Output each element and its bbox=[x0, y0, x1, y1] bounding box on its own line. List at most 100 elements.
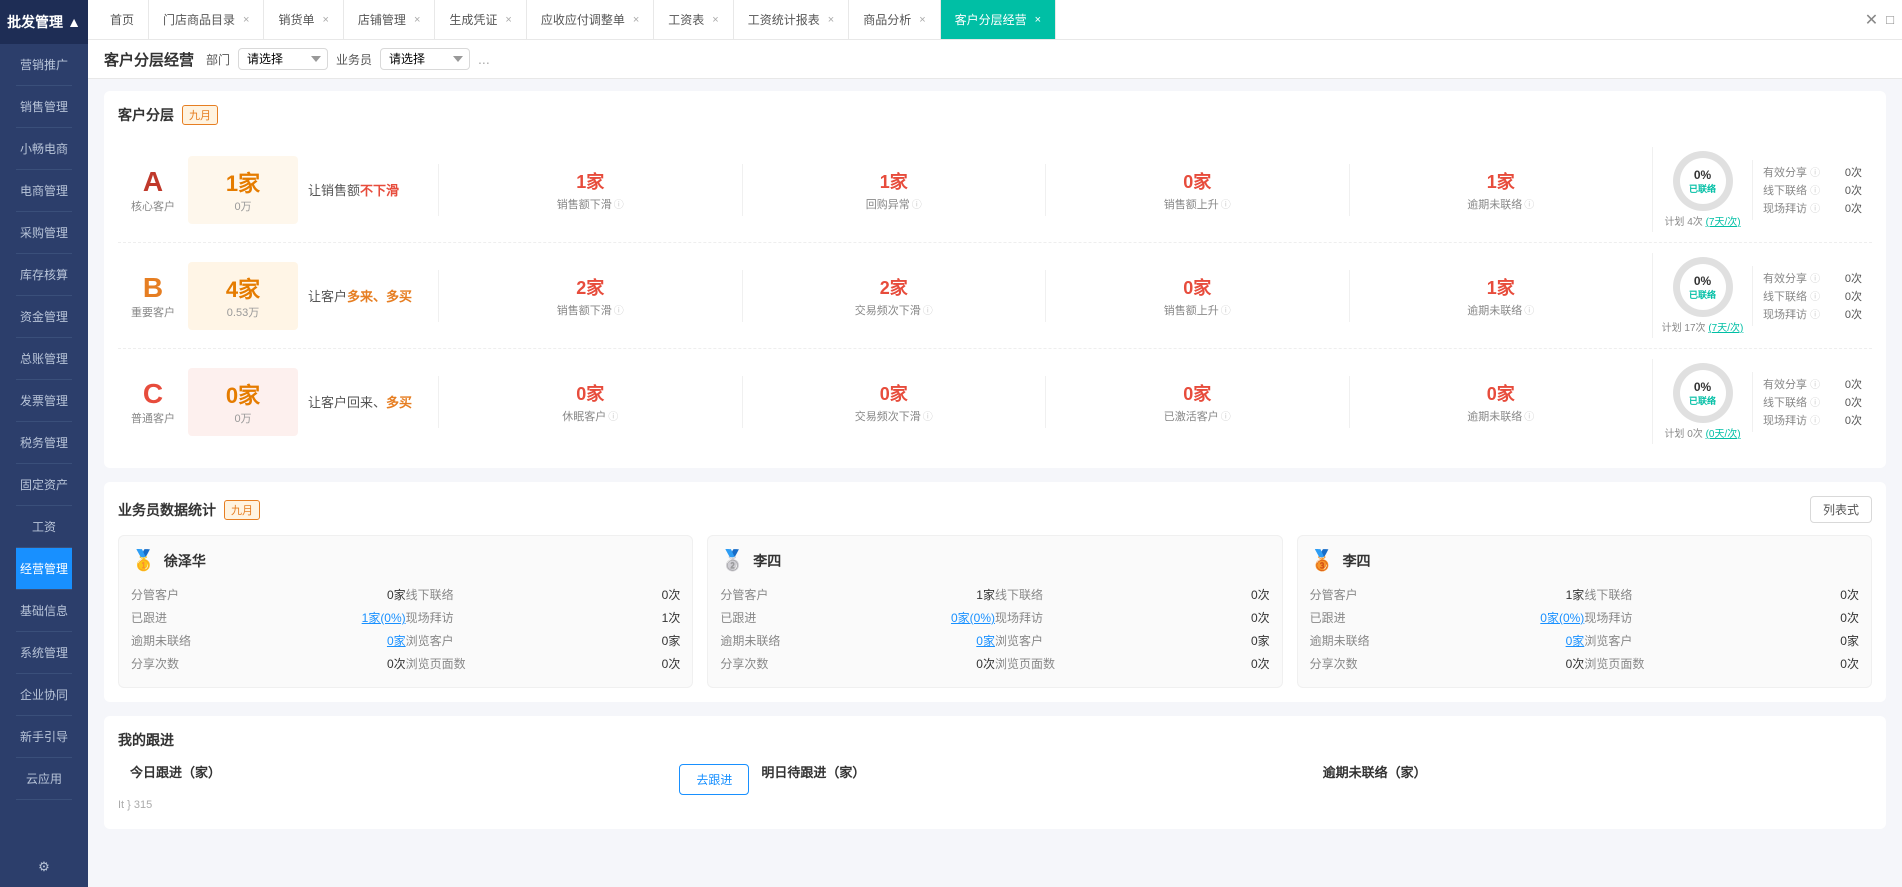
info-icon[interactable]: ⓘ bbox=[1221, 408, 1231, 423]
info-icon[interactable]: ⓘ bbox=[1810, 186, 1820, 197]
info-icon[interactable]: ⓘ bbox=[614, 196, 624, 211]
metric-val-c-0[interactable]: 0家 bbox=[576, 380, 604, 406]
metric-val-a-0[interactable]: 1家 bbox=[576, 168, 604, 194]
tab-close-customer[interactable]: × bbox=[1035, 14, 1041, 26]
info-icon[interactable]: ⓘ bbox=[614, 302, 624, 317]
staff-stat-val-2-2[interactable]: 0家(0%) bbox=[1540, 609, 1584, 626]
tab-close-sales[interactable]: × bbox=[322, 14, 328, 26]
sidebar-item-xinshou[interactable]: 新手引导 bbox=[16, 716, 72, 758]
sidebar-item-kucun[interactable]: 库存核算 bbox=[16, 254, 72, 296]
tab-close-analysis[interactable]: × bbox=[919, 14, 925, 26]
metric-val-b-1[interactable]: 2家 bbox=[880, 274, 908, 300]
metric-val-b-0[interactable]: 2家 bbox=[576, 274, 604, 300]
tab-home[interactable]: 首页 bbox=[96, 0, 149, 40]
sidebar-item-dianshang[interactable]: 电商管理 bbox=[16, 170, 72, 212]
more-dots[interactable]: ... bbox=[478, 51, 490, 67]
tab-close-merchandise[interactable]: × bbox=[243, 14, 249, 26]
tab-close-voucher[interactable]: × bbox=[505, 14, 511, 26]
metric-val-c-3[interactable]: 0家 bbox=[1487, 380, 1515, 406]
staff-stat-val-0-2[interactable]: 1家(0%) bbox=[362, 609, 406, 626]
go-followup-button[interactable]: 去跟进 bbox=[679, 764, 749, 795]
gear-icon[interactable]: ⚙ bbox=[0, 847, 88, 887]
info-icon[interactable]: ⓘ bbox=[1524, 196, 1534, 211]
staff-stat-0-5: 浏览客户 0家 bbox=[406, 629, 681, 652]
staff-section-header: 业务员数据统计 九月 列表式 bbox=[118, 496, 1872, 523]
sidebar-item-zijin[interactable]: 资金管理 bbox=[16, 296, 72, 338]
staff-stat-val-0-4[interactable]: 0家 bbox=[387, 632, 406, 649]
tab-voucher[interactable]: 生成凭证× bbox=[435, 0, 526, 40]
info-icon[interactable]: ⓘ bbox=[923, 302, 933, 317]
info-icon[interactable]: ⓘ bbox=[1810, 398, 1820, 409]
sidebar-item-gudingzichan[interactable]: 固定资产 bbox=[16, 464, 72, 506]
info-icon[interactable]: ⓘ bbox=[1524, 408, 1534, 423]
tab-label-salary: 工资表 bbox=[668, 11, 704, 28]
plan-link[interactable]: (7天/次) bbox=[1706, 217, 1741, 228]
sidebar-item-gongzi[interactable]: 工资 bbox=[16, 506, 72, 548]
tab-close-store[interactable]: × bbox=[414, 14, 420, 26]
followup-tomorrow-col: 明日待跟进（家） bbox=[749, 762, 1310, 789]
tab-store[interactable]: 店铺管理× bbox=[344, 0, 435, 40]
sidebar-item-xiaoshou[interactable]: 销售管理 bbox=[16, 86, 72, 128]
tab-close-salaryreport[interactable]: × bbox=[828, 14, 834, 26]
right-stat-c-0: 有效分享 ⓘ 0次 bbox=[1763, 376, 1862, 392]
tab-salaryreport[interactable]: 工资统计报表× bbox=[734, 0, 849, 40]
staff-stat-label-1-7: 浏览页面数 bbox=[995, 655, 1055, 672]
sidebar-item-fapiao[interactable]: 发票管理 bbox=[16, 380, 72, 422]
staff-stat-1-4: 逾期未联络 0家 bbox=[720, 629, 995, 652]
tier-count-a[interactable]: 1家 bbox=[226, 166, 260, 198]
info-icon[interactable]: ⓘ bbox=[608, 408, 618, 423]
sidebar-item-xiaodian[interactable]: 小畅电商 bbox=[16, 128, 72, 170]
tier-count-b[interactable]: 4家 bbox=[226, 272, 260, 304]
info-icon[interactable]: ⓘ bbox=[1810, 204, 1820, 215]
sidebar-item-xitong[interactable]: 系统管理 bbox=[16, 632, 72, 674]
info-icon[interactable]: ⓘ bbox=[1810, 292, 1820, 303]
info-icon[interactable]: ⓘ bbox=[1810, 168, 1820, 179]
info-icon[interactable]: ⓘ bbox=[1221, 196, 1231, 211]
info-icon[interactable]: ⓘ bbox=[1810, 310, 1820, 321]
sidebar-item-qiye[interactable]: 企业协同 bbox=[16, 674, 72, 716]
plan-link[interactable]: (7天/次) bbox=[1708, 323, 1743, 334]
dept-select[interactable]: 请选择 bbox=[238, 48, 328, 70]
sidebar-item-yingxiao[interactable]: 营销推广 bbox=[16, 44, 72, 86]
info-icon[interactable]: ⓘ bbox=[912, 196, 922, 211]
tier-count-c[interactable]: 0家 bbox=[226, 378, 260, 410]
header-filter: 部门 请选择 业务员 请选择 ... bbox=[206, 48, 490, 70]
metric-val-a-3[interactable]: 1家 bbox=[1487, 168, 1515, 194]
plan-link[interactable]: (0天/次) bbox=[1706, 429, 1741, 440]
staff-select[interactable]: 请选择 bbox=[380, 48, 470, 70]
staff-stat-label-1-0: 分管客户 bbox=[720, 586, 768, 603]
sidebar-item-jingying[interactable]: 经营管理 bbox=[16, 548, 72, 590]
tab-customer[interactable]: 客户分层经营× bbox=[941, 0, 1056, 40]
metric-val-a-2[interactable]: 0家 bbox=[1183, 168, 1211, 194]
close-icon[interactable]: ✕ bbox=[1865, 10, 1878, 30]
info-icon[interactable]: ⓘ bbox=[1810, 416, 1820, 427]
metric-val-c-2[interactable]: 0家 bbox=[1183, 380, 1211, 406]
info-icon[interactable]: ⓘ bbox=[1810, 380, 1820, 391]
staff-stat-val-2-4[interactable]: 0家 bbox=[1566, 632, 1585, 649]
metric-val-b-2[interactable]: 0家 bbox=[1183, 274, 1211, 300]
info-icon[interactable]: ⓘ bbox=[1810, 274, 1820, 285]
sidebar-item-caigou[interactable]: 采购管理 bbox=[16, 212, 72, 254]
metric-val-b-3[interactable]: 1家 bbox=[1487, 274, 1515, 300]
staff-stat-val-1-4[interactable]: 0家 bbox=[976, 632, 995, 649]
restore-icon[interactable]: □ bbox=[1886, 12, 1894, 27]
tab-sales[interactable]: 销货单× bbox=[264, 0, 343, 40]
metric-val-c-1[interactable]: 0家 bbox=[880, 380, 908, 406]
info-icon[interactable]: ⓘ bbox=[923, 408, 933, 423]
info-icon[interactable]: ⓘ bbox=[1524, 302, 1534, 317]
metric-val-a-1[interactable]: 1家 bbox=[880, 168, 908, 194]
tab-close-receivable[interactable]: × bbox=[633, 14, 639, 26]
tab-salary[interactable]: 工资表 × bbox=[654, 0, 733, 40]
info-icon[interactable]: ⓘ bbox=[1221, 302, 1231, 317]
sidebar-item-zhangzhang[interactable]: 总账管理 bbox=[16, 338, 72, 380]
tier-circle-a: 0% 已联络 计划 4次 (7天/次) bbox=[1652, 147, 1752, 232]
sidebar-item-jichu[interactable]: 基础信息 bbox=[16, 590, 72, 632]
tab-analysis[interactable]: 商品分析× bbox=[849, 0, 940, 40]
tab-receivable[interactable]: 应收应付调整单× bbox=[527, 0, 654, 40]
list-view-button[interactable]: 列表式 bbox=[1810, 496, 1872, 523]
sidebar-item-shuiwu[interactable]: 税务管理 bbox=[16, 422, 72, 464]
staff-stat-val-1-2[interactable]: 0家(0%) bbox=[951, 609, 995, 626]
sidebar-item-yun[interactable]: 云应用 bbox=[16, 758, 72, 800]
tab-merchandise[interactable]: 门店商品目录× bbox=[149, 0, 264, 40]
tab-close-salary[interactable]: × bbox=[712, 14, 718, 26]
